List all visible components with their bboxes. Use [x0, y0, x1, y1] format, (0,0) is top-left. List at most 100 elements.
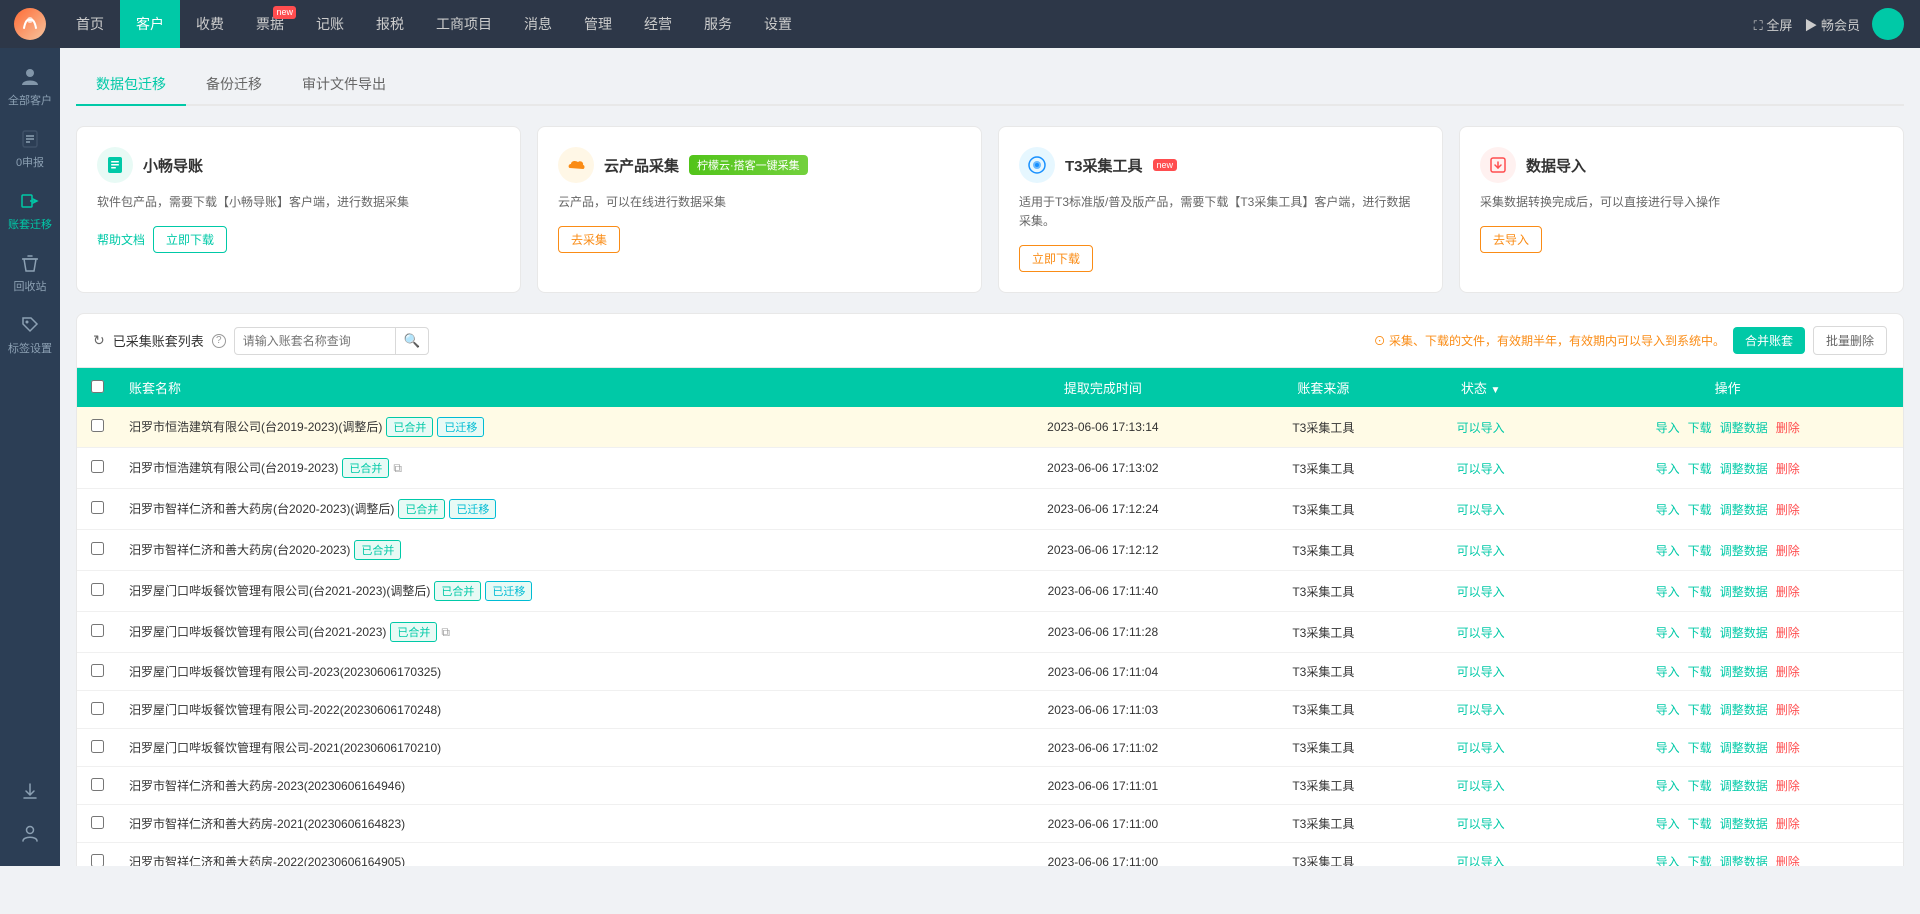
sidebar-item-download[interactable]	[0, 770, 60, 812]
action-导入[interactable]: 导入	[1656, 817, 1680, 831]
action-下载[interactable]: 下载	[1688, 462, 1712, 476]
nav-settings[interactable]: 设置	[748, 0, 808, 48]
action-下载[interactable]: 下载	[1688, 544, 1712, 558]
sidebar-item-account-migrate[interactable]: 账套迁移	[0, 180, 60, 242]
action-调整数据[interactable]: 调整数据	[1720, 585, 1768, 599]
action-调整数据[interactable]: 调整数据	[1720, 817, 1768, 831]
search-button[interactable]: 🔍	[395, 327, 429, 355]
search-input[interactable]	[235, 334, 395, 348]
tab-data-migrate[interactable]: 数据包迁移	[76, 64, 186, 106]
nav-home[interactable]: 首页	[60, 0, 120, 48]
card1-download-btn[interactable]: 立即下载	[153, 226, 227, 253]
action-导入[interactable]: 导入	[1656, 779, 1680, 793]
action-删除[interactable]: 删除	[1776, 741, 1800, 755]
card1-help-doc-link[interactable]: 帮助文档	[97, 231, 145, 248]
app-logo[interactable]	[0, 0, 60, 48]
action-删除[interactable]: 删除	[1776, 665, 1800, 679]
action-调整数据[interactable]: 调整数据	[1720, 421, 1768, 435]
row-checkbox[interactable]	[91, 419, 104, 432]
member-btn[interactable]: ▶ 畅会员	[1804, 15, 1860, 34]
action-调整数据[interactable]: 调整数据	[1720, 462, 1768, 476]
action-下载[interactable]: 下载	[1688, 741, 1712, 755]
batch-delete-btn[interactable]: 批量删除	[1813, 326, 1887, 355]
action-删除[interactable]: 删除	[1776, 817, 1800, 831]
table-help-icon[interactable]: ?	[212, 334, 226, 348]
sidebar-item-zero-report[interactable]: 0申报	[0, 118, 60, 180]
action-调整数据[interactable]: 调整数据	[1720, 741, 1768, 755]
action-调整数据[interactable]: 调整数据	[1720, 665, 1768, 679]
user-avatar[interactable]	[1872, 8, 1904, 40]
row-checkbox[interactable]	[91, 740, 104, 753]
row-checkbox[interactable]	[91, 624, 104, 637]
action-调整数据[interactable]: 调整数据	[1720, 626, 1768, 640]
row-checkbox[interactable]	[91, 501, 104, 514]
row-checkbox[interactable]	[91, 542, 104, 555]
copy-icon[interactable]: ⧉	[441, 625, 450, 639]
action-删除[interactable]: 删除	[1776, 779, 1800, 793]
card2-collect-btn[interactable]: 去采集	[558, 226, 620, 253]
tab-backup-migrate[interactable]: 备份迁移	[186, 64, 282, 106]
action-导入[interactable]: 导入	[1656, 421, 1680, 435]
action-导入[interactable]: 导入	[1656, 665, 1680, 679]
sidebar-item-recycle[interactable]: 回收站	[0, 242, 60, 304]
action-下载[interactable]: 下载	[1688, 626, 1712, 640]
copy-icon[interactable]: ⧉	[393, 461, 402, 475]
action-删除[interactable]: 删除	[1776, 703, 1800, 717]
nav-customer[interactable]: 客户	[120, 0, 180, 48]
action-下载[interactable]: 下载	[1688, 585, 1712, 599]
action-删除[interactable]: 删除	[1776, 855, 1800, 866]
nav-management[interactable]: 管理	[568, 0, 628, 48]
action-下载[interactable]: 下载	[1688, 855, 1712, 866]
sidebar-item-user-settings[interactable]	[0, 812, 60, 854]
row-checkbox[interactable]	[91, 460, 104, 473]
action-下载[interactable]: 下载	[1688, 779, 1712, 793]
action-删除[interactable]: 删除	[1776, 503, 1800, 517]
action-下载[interactable]: 下载	[1688, 665, 1712, 679]
card4-import-btn[interactable]: 去导入	[1480, 226, 1542, 253]
nav-accounting[interactable]: 记账	[300, 0, 360, 48]
action-调整数据[interactable]: 调整数据	[1720, 544, 1768, 558]
sidebar-item-tag-settings[interactable]: 标签设置	[0, 304, 60, 366]
row-checkbox[interactable]	[91, 816, 104, 829]
action-删除[interactable]: 删除	[1776, 462, 1800, 476]
nav-message[interactable]: 消息	[508, 0, 568, 48]
fullscreen-btn[interactable]: ⛶ 全屏	[1754, 15, 1793, 34]
action-删除[interactable]: 删除	[1776, 626, 1800, 640]
action-导入[interactable]: 导入	[1656, 503, 1680, 517]
action-调整数据[interactable]: 调整数据	[1720, 503, 1768, 517]
card3-download-btn[interactable]: 立即下载	[1019, 245, 1093, 272]
action-删除[interactable]: 删除	[1776, 585, 1800, 599]
action-导入[interactable]: 导入	[1656, 703, 1680, 717]
merge-btn[interactable]: 合并账套	[1733, 327, 1805, 354]
action-下载[interactable]: 下载	[1688, 421, 1712, 435]
select-all-checkbox[interactable]	[91, 380, 104, 393]
nav-service[interactable]: 服务	[688, 0, 748, 48]
action-导入[interactable]: 导入	[1656, 741, 1680, 755]
action-导入[interactable]: 导入	[1656, 626, 1680, 640]
action-导入[interactable]: 导入	[1656, 544, 1680, 558]
row-checkbox[interactable]	[91, 583, 104, 596]
action-下载[interactable]: 下载	[1688, 817, 1712, 831]
action-删除[interactable]: 删除	[1776, 421, 1800, 435]
action-下载[interactable]: 下载	[1688, 703, 1712, 717]
refresh-icon[interactable]: ↻	[93, 332, 105, 349]
nav-invoice[interactable]: 票据 new	[240, 0, 300, 48]
tab-audit-export[interactable]: 审计文件导出	[282, 64, 406, 106]
row-checkbox[interactable]	[91, 854, 104, 866]
sidebar-item-all-clients[interactable]: 全部客户	[0, 56, 60, 118]
nav-business[interactable]: 工商项目	[420, 0, 508, 48]
row-checkbox[interactable]	[91, 702, 104, 715]
row-checkbox[interactable]	[91, 664, 104, 677]
action-调整数据[interactable]: 调整数据	[1720, 855, 1768, 866]
action-调整数据[interactable]: 调整数据	[1720, 703, 1768, 717]
action-调整数据[interactable]: 调整数据	[1720, 779, 1768, 793]
action-导入[interactable]: 导入	[1656, 855, 1680, 866]
row-checkbox[interactable]	[91, 778, 104, 791]
nav-billing[interactable]: 收费	[180, 0, 240, 48]
action-删除[interactable]: 删除	[1776, 544, 1800, 558]
action-下载[interactable]: 下载	[1688, 503, 1712, 517]
nav-operation[interactable]: 经营	[628, 0, 688, 48]
action-导入[interactable]: 导入	[1656, 462, 1680, 476]
nav-tax[interactable]: 报税	[360, 0, 420, 48]
action-导入[interactable]: 导入	[1656, 585, 1680, 599]
